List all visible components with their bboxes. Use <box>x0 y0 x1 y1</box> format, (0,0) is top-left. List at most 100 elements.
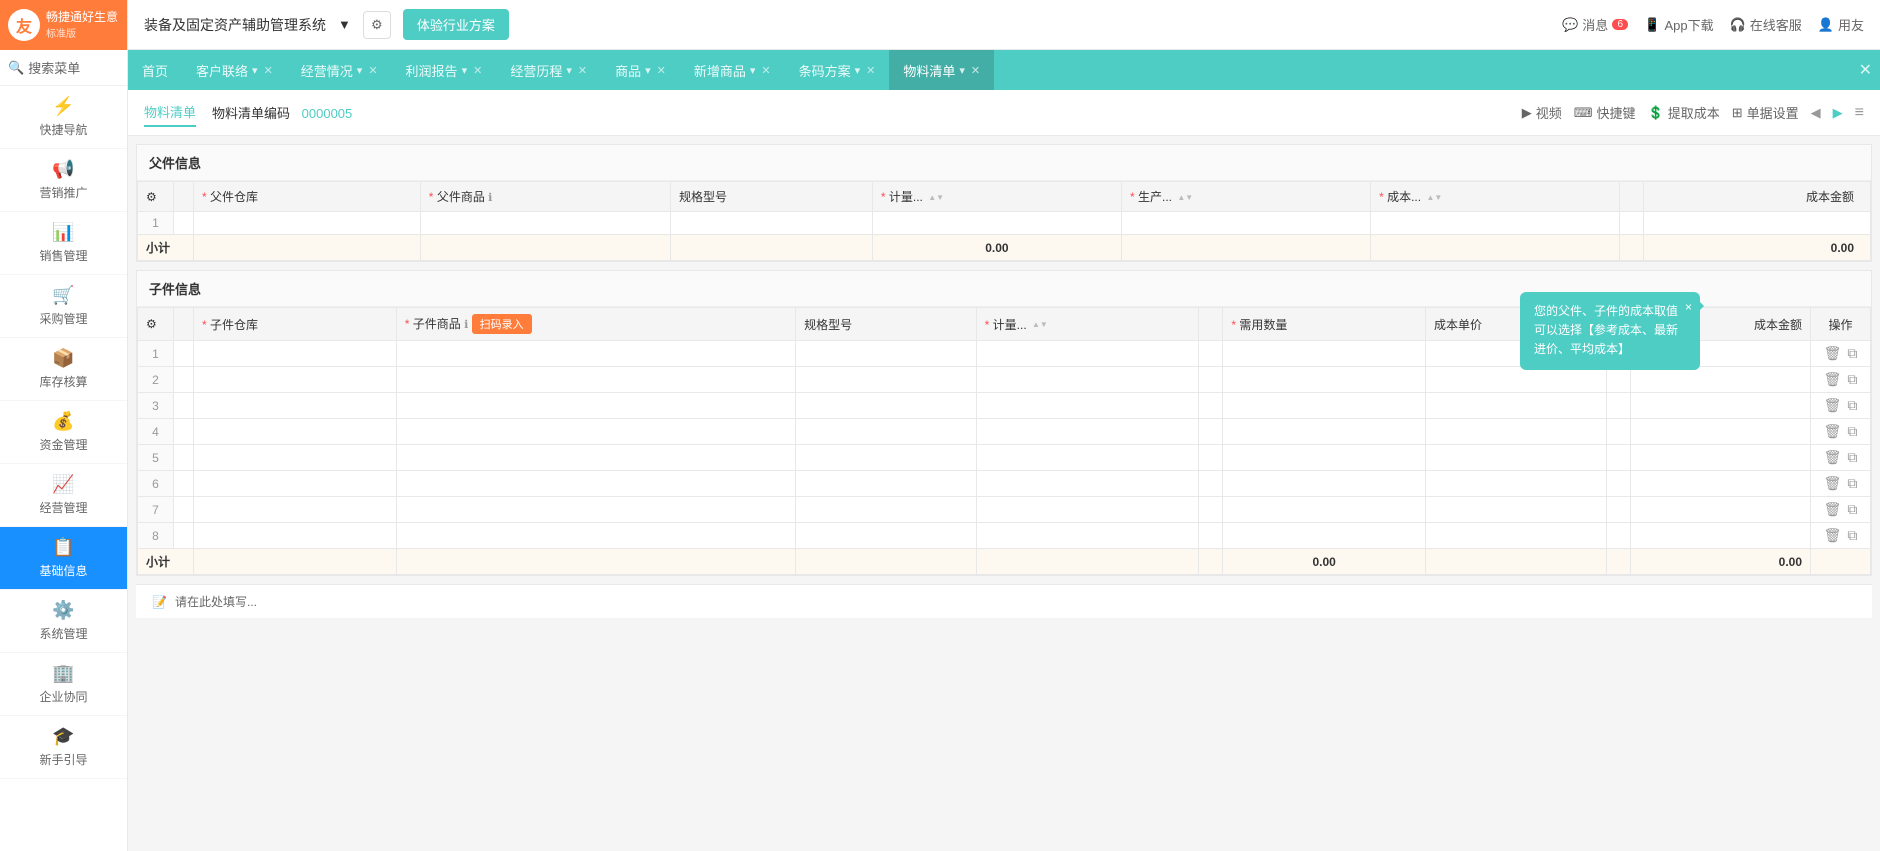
parent-col-settings[interactable]: ⚙ <box>138 182 174 212</box>
child-goods-7[interactable] <box>396 497 795 523</box>
child-warehouse-7[interactable] <box>194 497 397 523</box>
copy-icon-3[interactable]: ⧉ <box>1847 397 1857 414</box>
sidebar-item-quick-nav[interactable]: ⚡ 快捷导航 <box>0 86 127 149</box>
child-qty-6[interactable] <box>1223 471 1426 497</box>
sidebar-item-system[interactable]: ⚙️ 系统管理 <box>0 590 127 653</box>
child-goods-2[interactable] <box>396 367 795 393</box>
child-unit-4[interactable] <box>976 419 1199 445</box>
child-qty-5[interactable] <box>1223 445 1426 471</box>
copy-icon-4[interactable]: ⧉ <box>1847 423 1857 440</box>
tab-customer[interactable]: 客户联络 ▾ ✕ <box>182 50 287 90</box>
tab-history[interactable]: 经营历程 ▾ ✕ <box>496 50 601 90</box>
child-spec-2[interactable] <box>796 367 976 393</box>
sidebar-item-purchase[interactable]: 🛒 采购管理 <box>0 275 127 338</box>
child-warehouse-2[interactable] <box>194 367 397 393</box>
child-goods-1[interactable] <box>396 341 795 367</box>
child-unitcost-5[interactable] <box>1426 445 1606 471</box>
child-warehouse-8[interactable] <box>194 523 397 549</box>
child-warehouse-6[interactable] <box>194 471 397 497</box>
child-unitcost-7[interactable] <box>1426 497 1606 523</box>
sidebar-item-finance[interactable]: 💰 资金管理 <box>0 401 127 464</box>
tab-home[interactable]: 首页 <box>128 50 182 90</box>
parent-spec-cell[interactable] <box>670 212 872 235</box>
tab-customer-close[interactable]: ✕ <box>264 64 273 77</box>
topbar-user[interactable]: 👤 用友 <box>1818 15 1864 34</box>
parent-produce-cell[interactable] <box>1121 212 1370 235</box>
sub-tab-bom-list[interactable]: 物料清单 <box>144 98 196 127</box>
parent-unit-cell[interactable] <box>872 212 1121 235</box>
tab-hist-close[interactable]: ✕ <box>578 64 587 77</box>
topbar-online-service[interactable]: 🎧 在线客服 <box>1730 15 1802 34</box>
child-goods-4[interactable] <box>396 419 795 445</box>
tab-goods-close[interactable]: ✕ <box>657 64 666 77</box>
child-goods-8[interactable] <box>396 523 795 549</box>
topbar-system-select[interactable]: ▼ <box>338 17 351 32</box>
child-warehouse-3[interactable] <box>194 393 397 419</box>
copy-icon-1[interactable]: ⧉ <box>1847 345 1857 362</box>
single-settings-btn[interactable]: ⊞ 单据设置 <box>1732 103 1799 122</box>
trial-button[interactable]: 体验行业方案 <box>403 9 509 40</box>
child-unitcost-6[interactable] <box>1426 471 1606 497</box>
child-qty-2[interactable] <box>1223 367 1426 393</box>
tab-barcode-close[interactable]: ✕ <box>866 64 875 77</box>
delete-icon-4[interactable]: 🗑 <box>1824 423 1842 440</box>
nav-prev-btn[interactable]: ◀ <box>1811 105 1821 121</box>
sidebar-item-basic[interactable]: 📋 基础信息 <box>0 527 127 590</box>
child-qty-7[interactable] <box>1223 497 1426 523</box>
tab-bom[interactable]: 物料清单 ▾ ✕ <box>889 50 994 90</box>
tooltip-close-btn[interactable]: × <box>1685 298 1692 317</box>
child-qty-3[interactable] <box>1223 393 1426 419</box>
child-unitcost-4[interactable] <box>1426 419 1606 445</box>
child-goods-5[interactable] <box>396 445 795 471</box>
child-unit-7[interactable] <box>976 497 1199 523</box>
child-spec-6[interactable] <box>796 471 976 497</box>
copy-icon-8[interactable]: ⧉ <box>1847 527 1857 544</box>
tab-barcode[interactable]: 条码方案 ▾ ✕ <box>785 50 890 90</box>
list-view-btn[interactable]: ≡ <box>1855 104 1864 122</box>
child-qty-4[interactable] <box>1223 419 1426 445</box>
child-unit-2[interactable] <box>976 367 1199 393</box>
copy-icon-6[interactable]: ⧉ <box>1847 475 1857 492</box>
child-unit-1[interactable] <box>976 341 1199 367</box>
parent-warehouse-cell[interactable] <box>194 212 421 235</box>
topbar-gear-button[interactable]: ⚙ <box>363 11 391 39</box>
child-unit-3[interactable] <box>976 393 1199 419</box>
child-unitcost-3[interactable] <box>1426 393 1606 419</box>
sidebar-item-guide[interactable]: 🎓 新手引导 <box>0 716 127 779</box>
child-unit-6[interactable] <box>976 471 1199 497</box>
tab-profit-close[interactable]: ✕ <box>473 64 482 77</box>
child-qty-1[interactable] <box>1223 341 1426 367</box>
child-qty-8[interactable] <box>1223 523 1426 549</box>
tab-goods[interactable]: 商品 ▾ ✕ <box>601 50 680 90</box>
sidebar-search[interactable]: 🔍 搜索菜单 <box>0 50 127 86</box>
child-unit-8[interactable] <box>976 523 1199 549</box>
child-warehouse-5[interactable] <box>194 445 397 471</box>
child-unit-5[interactable] <box>976 445 1199 471</box>
sidebar-item-operation[interactable]: 📈 经营管理 <box>0 464 127 527</box>
child-warehouse-1[interactable] <box>194 341 397 367</box>
tab-new-goods[interactable]: 新增商品 ▾ ✕ <box>680 50 785 90</box>
child-spec-5[interactable] <box>796 445 976 471</box>
child-spec-4[interactable] <box>796 419 976 445</box>
sidebar-item-company[interactable]: 🏢 企业协同 <box>0 653 127 716</box>
tab-bom-close[interactable]: ✕ <box>971 64 980 77</box>
child-goods-6[interactable] <box>396 471 795 497</box>
child-col-settings[interactable]: ⚙ <box>138 308 174 341</box>
parent-cost-cell[interactable] <box>1371 212 1620 235</box>
child-goods-3[interactable] <box>396 393 795 419</box>
child-unitcost-8[interactable] <box>1426 523 1606 549</box>
delete-icon-5[interactable]: 🗑 <box>1824 449 1842 466</box>
sidebar-item-sales[interactable]: 📊 销售管理 <box>0 212 127 275</box>
nav-next-btn[interactable]: ▶ <box>1833 105 1843 121</box>
sidebar-item-inventory[interactable]: 📦 库存核算 <box>0 338 127 401</box>
tab-newgoods-close[interactable]: ✕ <box>761 64 770 77</box>
copy-icon-2[interactable]: ⧉ <box>1847 371 1857 388</box>
video-btn[interactable]: ▶ 视频 <box>1522 103 1562 122</box>
parent-goods-cell[interactable] <box>420 212 670 235</box>
close-all-tabs[interactable]: ✕ <box>1859 60 1872 80</box>
extract-cost-btn[interactable]: 💲 提取成本 <box>1648 103 1720 122</box>
copy-icon-5[interactable]: ⧉ <box>1847 449 1857 466</box>
delete-icon-2[interactable]: 🗑 <box>1824 371 1842 388</box>
copy-icon-7[interactable]: ⧉ <box>1847 501 1857 518</box>
delete-icon-6[interactable]: 🗑 <box>1824 475 1842 492</box>
